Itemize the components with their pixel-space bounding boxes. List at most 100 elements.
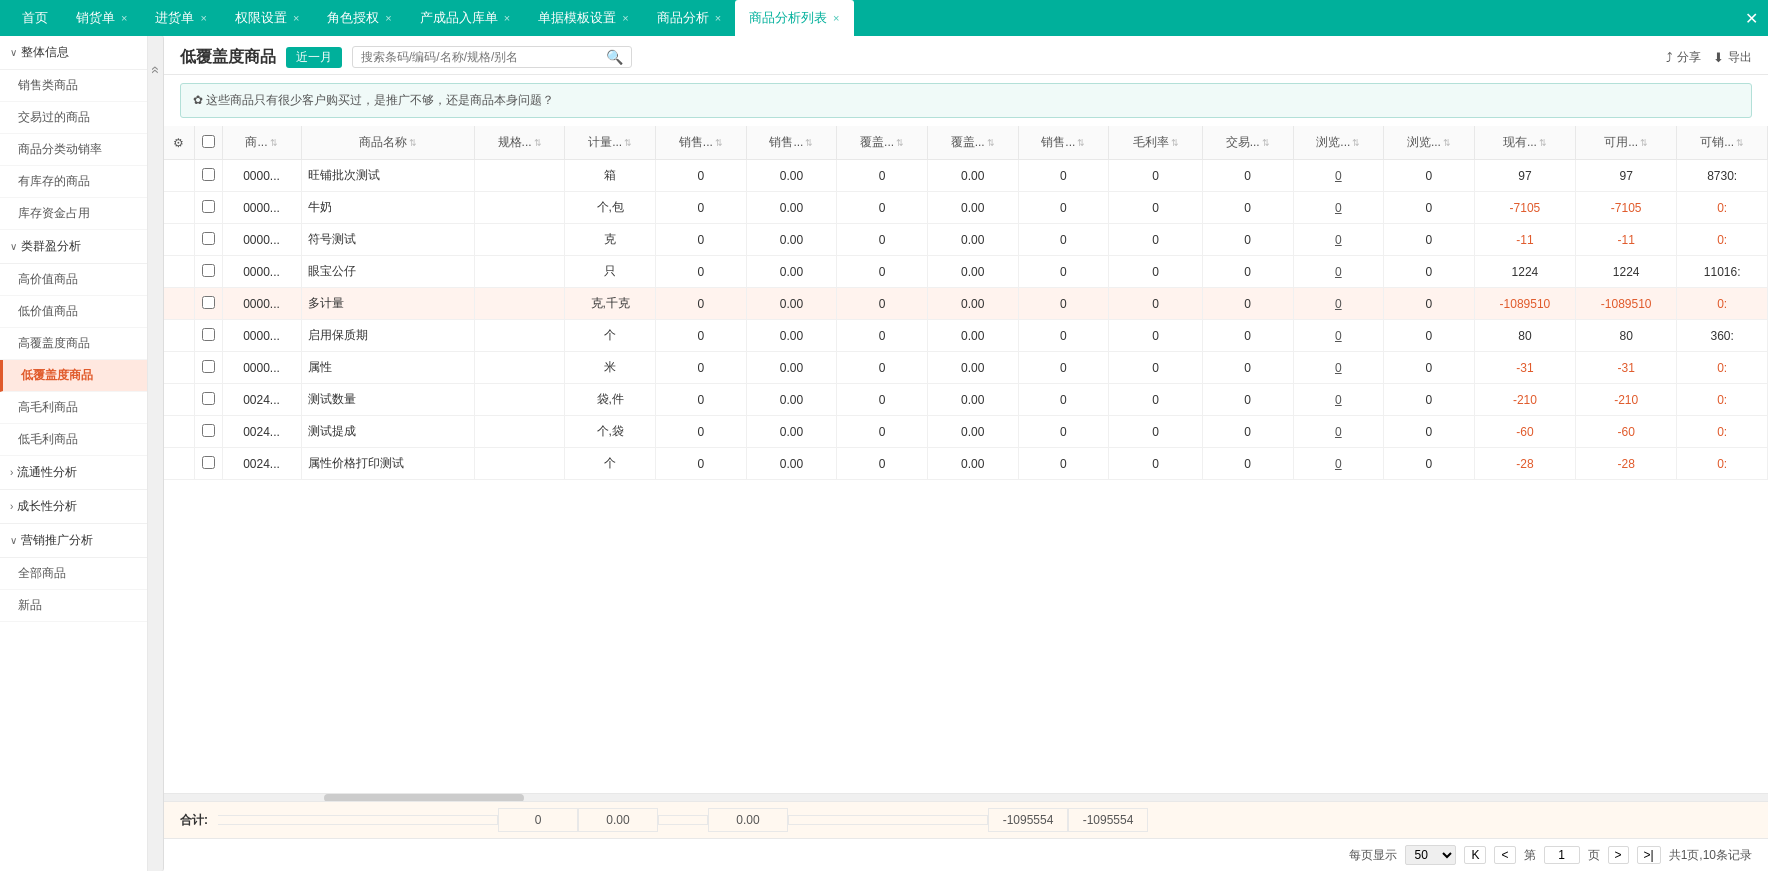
row-views1[interactable]: 0 (1293, 352, 1384, 384)
col-header-unit[interactable]: 计量...⇅ (565, 126, 656, 160)
sidebar-item-low-margin[interactable]: 低毛利商品 (0, 424, 147, 456)
row-views1[interactable]: 0 (1293, 224, 1384, 256)
close-icon[interactable]: × (715, 12, 721, 24)
nav-tab-permissions[interactable]: 权限设置 × (221, 0, 313, 36)
checkbox-col-header[interactable] (194, 126, 222, 160)
row-settings[interactable] (164, 192, 194, 224)
sidebar-item-high-value[interactable]: 高价值商品 (0, 264, 147, 296)
row-views1[interactable]: 0 (1293, 384, 1384, 416)
row-checkbox[interactable] (194, 320, 222, 352)
nav-tab-template[interactable]: 单据模板设置 × (524, 0, 642, 36)
sidebar-item-new-goods[interactable]: 新品 (0, 590, 147, 622)
col-header-name[interactable]: 商品名称⇅ (301, 126, 474, 160)
prev-page-button[interactable]: < (1494, 846, 1515, 864)
row-views1[interactable]: 0 (1293, 160, 1384, 192)
row-views1[interactable]: 0 (1293, 448, 1384, 480)
row-select-checkbox[interactable] (202, 232, 215, 245)
row-checkbox[interactable] (194, 448, 222, 480)
row-settings[interactable] (164, 320, 194, 352)
col-header-spec[interactable]: 规格...⇅ (474, 126, 565, 160)
row-settings[interactable] (164, 352, 194, 384)
col-header-transactions[interactable]: 交易...⇅ (1202, 126, 1293, 160)
row-settings[interactable] (164, 256, 194, 288)
row-select-checkbox[interactable] (202, 264, 215, 277)
close-icon[interactable]: × (121, 12, 127, 24)
sidebar-item-sales-goods[interactable]: 销售类商品 (0, 70, 147, 102)
sidebar-item-stock-capital[interactable]: 库存资金占用 (0, 198, 147, 230)
sidebar-section-growth[interactable]: › 成长性分析 (0, 490, 147, 524)
sidebar-section-overall[interactable]: ∨ 整体信息 (0, 36, 147, 70)
sidebar-item-high-margin[interactable]: 高毛利商品 (0, 392, 147, 424)
last-page-button[interactable]: >| (1637, 846, 1661, 864)
settings-col-header[interactable]: ⚙ (164, 126, 194, 160)
row-select-checkbox[interactable] (202, 456, 215, 469)
row-settings[interactable] (164, 384, 194, 416)
row-views1[interactable]: 0 (1293, 256, 1384, 288)
row-select-checkbox[interactable] (202, 360, 215, 373)
current-page-input[interactable] (1544, 846, 1580, 864)
sidebar-item-category-rate[interactable]: 商品分类动销率 (0, 134, 147, 166)
sidebar-item-low-value[interactable]: 低价值商品 (0, 296, 147, 328)
col-header-sales-qty[interactable]: 销售...⇅ (656, 126, 747, 160)
page-size-select[interactable]: 50 20 100 (1405, 845, 1456, 865)
window-close-button[interactable]: ✕ (1745, 9, 1758, 28)
nav-tab-analysis-list[interactable]: 商品分析列表 × (735, 0, 853, 36)
row-settings[interactable] (164, 224, 194, 256)
select-all-checkbox[interactable] (202, 135, 215, 148)
row-settings[interactable] (164, 288, 194, 320)
close-icon[interactable]: × (504, 12, 510, 24)
sidebar-item-low-coverage[interactable]: 低覆盖度商品 (0, 360, 147, 392)
row-views1[interactable]: 0 (1293, 320, 1384, 352)
next-page-button[interactable]: > (1608, 846, 1629, 864)
row-select-checkbox[interactable] (202, 296, 215, 309)
horizontal-scrollbar[interactable] (164, 793, 1768, 801)
first-page-button[interactable]: K (1464, 846, 1486, 864)
sidebar-collapse-button[interactable]: « (148, 36, 164, 871)
col-header-views1[interactable]: 浏览...⇅ (1293, 126, 1384, 160)
sidebar-section-group-analysis[interactable]: ∨ 类群盈分析 (0, 230, 147, 264)
row-checkbox[interactable] (194, 416, 222, 448)
row-settings[interactable] (164, 448, 194, 480)
row-settings[interactable] (164, 160, 194, 192)
col-header-sellable[interactable]: 可销...⇅ (1677, 126, 1768, 160)
sidebar-item-all-goods[interactable]: 全部商品 (0, 558, 147, 590)
col-header-coverage1[interactable]: 覆盖...⇅ (837, 126, 928, 160)
col-header-sales3[interactable]: 销售...⇅ (1018, 126, 1109, 160)
row-checkbox[interactable] (194, 224, 222, 256)
col-header-views2[interactable]: 浏览...⇅ (1384, 126, 1475, 160)
nav-tab-sales[interactable]: 销货单 × (62, 0, 141, 36)
row-select-checkbox[interactable] (202, 200, 215, 213)
close-icon[interactable]: × (622, 12, 628, 24)
row-select-checkbox[interactable] (202, 328, 215, 341)
row-checkbox[interactable] (194, 384, 222, 416)
row-checkbox[interactable] (194, 256, 222, 288)
row-settings[interactable] (164, 416, 194, 448)
close-icon[interactable]: × (293, 12, 299, 24)
nav-tab-purchase[interactable]: 进货单 × (141, 0, 220, 36)
sidebar-item-traded-goods[interactable]: 交易过的商品 (0, 102, 147, 134)
row-views1[interactable]: 0 (1293, 192, 1384, 224)
share-button[interactable]: ⤴ 分享 (1666, 49, 1701, 66)
nav-tab-home[interactable]: 首页 (8, 0, 62, 36)
nav-tab-products[interactable]: 产成品入库单 × (406, 0, 524, 36)
col-header-gross-margin[interactable]: 毛利率⇅ (1109, 126, 1203, 160)
row-select-checkbox[interactable] (202, 168, 215, 181)
row-views1[interactable]: 0 (1293, 416, 1384, 448)
col-header-current-stock[interactable]: 现有...⇅ (1474, 126, 1575, 160)
close-icon[interactable]: × (200, 12, 206, 24)
search-icon[interactable]: 🔍 (606, 49, 623, 65)
close-icon[interactable]: × (833, 12, 839, 24)
row-checkbox[interactable] (194, 288, 222, 320)
col-header-available-stock[interactable]: 可用...⇅ (1576, 126, 1677, 160)
col-header-coverage2[interactable]: 覆盖...⇅ (927, 126, 1018, 160)
col-header-sales-amt[interactable]: 销售...⇅ (746, 126, 837, 160)
data-table-container[interactable]: ⚙ 商...⇅ 商品名称⇅ 规格...⇅ 计量...⇅ 销售...⇅ 销售...… (164, 126, 1768, 793)
row-checkbox[interactable] (194, 352, 222, 384)
sidebar-item-in-stock[interactable]: 有库存的商品 (0, 166, 147, 198)
row-select-checkbox[interactable] (202, 392, 215, 405)
row-checkbox[interactable] (194, 192, 222, 224)
export-button[interactable]: ⬇ 导出 (1713, 49, 1752, 66)
row-views1[interactable]: 0 (1293, 288, 1384, 320)
close-icon[interactable]: × (385, 12, 391, 24)
search-input[interactable] (361, 50, 606, 64)
